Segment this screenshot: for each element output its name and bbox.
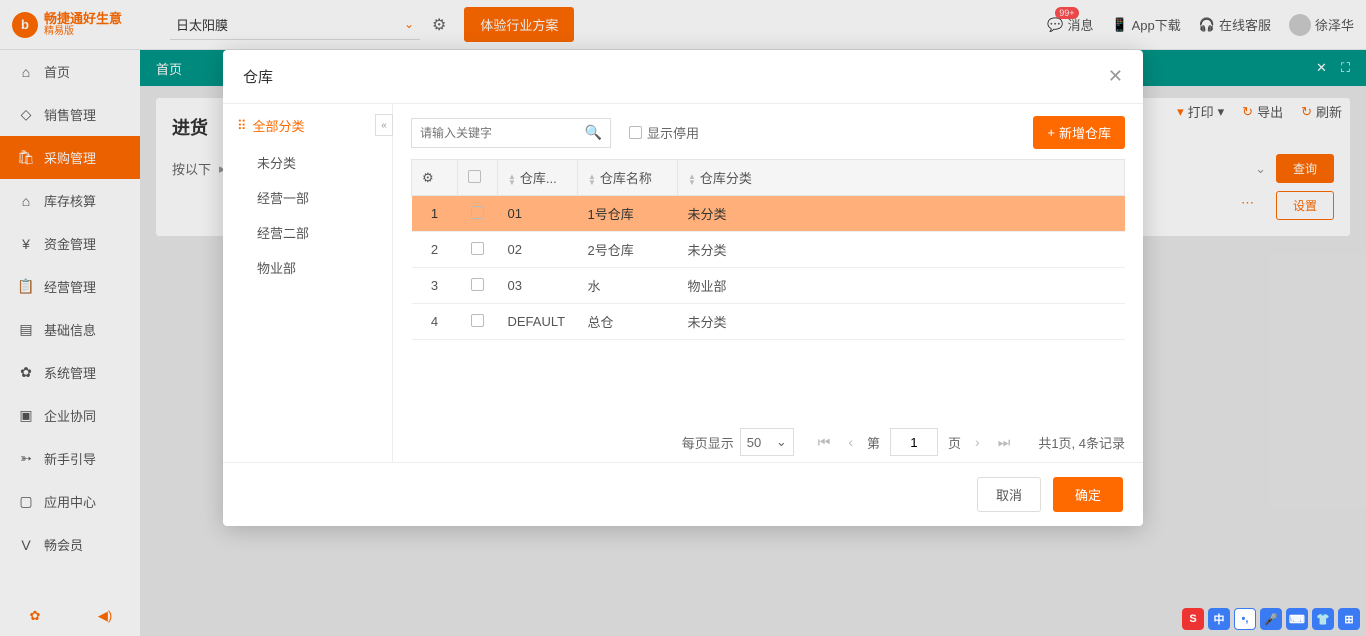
column-config-header[interactable]: ⚙ [412,160,458,196]
pagination: 每页显示 50 ⌄ ⏮ ‹ 第 页 › ⏭ 共1页, 4条记录 [411,414,1125,458]
page-first-icon[interactable]: ⏮ [814,434,835,451]
tree-root[interactable]: ⠿ 全部分类 [237,116,392,135]
table-row[interactable]: 4 DEFAULT总仓未分类 [412,304,1125,340]
row-checkbox[interactable] [458,232,498,268]
show-disabled-toggle[interactable]: 显示停用 [629,123,699,142]
row-name: 1号仓库 [578,196,678,232]
row-checkbox[interactable] [458,268,498,304]
checkbox-icon [629,126,642,139]
ime-punct-icon[interactable]: •, [1234,608,1256,630]
row-checkbox[interactable] [458,196,498,232]
tree-item[interactable]: 经营二部 [237,215,392,250]
ime-keyboard-icon[interactable]: ⌨ [1286,608,1308,630]
ime-toolbox-icon[interactable]: ⊞ [1338,608,1360,630]
tree-item[interactable]: 未分类 [237,145,392,180]
row-name: 2号仓库 [578,232,678,268]
search-input-wrap: 🔍 [411,118,611,148]
modal-title: 仓库 [243,66,273,87]
ime-bar: S 中 •, 🎤 ⌨ 👕 ⊞ [1182,608,1360,630]
row-code: 02 [498,232,578,268]
name-header[interactable]: ▲▼仓库名称 [578,160,678,196]
page-input[interactable] [890,428,938,456]
row-index: 1 [412,196,458,232]
page-prefix: 第 [867,433,880,452]
tree-item[interactable]: 经营一部 [237,180,392,215]
row-code: DEFAULT [498,304,578,340]
ime-sogou-icon[interactable]: S [1182,608,1204,630]
row-index: 4 [412,304,458,340]
modal-overlay: 仓库 ✕ « ⠿ 全部分类 未分类 经营一部 经营二部 物业部 🔍 [0,0,1366,636]
page-next-icon[interactable]: › [971,434,984,450]
page-last-icon[interactable]: ⏭ [994,434,1015,451]
confirm-button[interactable]: 确定 [1053,477,1123,512]
row-category: 物业部 [678,268,1125,304]
row-checkbox[interactable] [458,304,498,340]
tree-item[interactable]: 物业部 [237,250,392,285]
category-tree: « ⠿ 全部分类 未分类 经营一部 经营二部 物业部 [223,104,393,462]
select-all-header[interactable] [458,160,498,196]
row-category: 未分类 [678,232,1125,268]
row-name: 总仓 [578,304,678,340]
code-header[interactable]: ▲▼仓库... [498,160,578,196]
row-category: 未分类 [678,196,1125,232]
new-warehouse-button[interactable]: + 新增仓库 [1033,116,1125,149]
row-index: 3 [412,268,458,304]
ime-mic-icon[interactable]: 🎤 [1260,608,1282,630]
ime-lang-icon[interactable]: 中 [1208,608,1230,630]
row-name: 水 [578,268,678,304]
chevron-down-icon: ⌄ [776,434,787,450]
search-icon[interactable]: 🔍 [585,124,602,141]
ime-skin-icon[interactable]: 👕 [1312,608,1334,630]
perpage-label: 每页显示 [682,433,734,452]
table-row[interactable]: 2 022号仓库未分类 [412,232,1125,268]
checkbox-icon [471,278,484,291]
page-prev-icon[interactable]: ‹ [844,434,857,450]
table-panel: 🔍 显示停用 + 新增仓库 ⚙ [393,104,1143,462]
close-icon[interactable]: ✕ [1108,66,1123,87]
row-category: 未分类 [678,304,1125,340]
warehouse-modal: 仓库 ✕ « ⠿ 全部分类 未分类 经营一部 经营二部 物业部 🔍 [223,50,1143,526]
checkbox-icon [471,242,484,255]
category-header[interactable]: ▲▼仓库分类 [678,160,1125,196]
row-code: 01 [498,196,578,232]
grid-icon: ⠿ [237,118,247,134]
perpage-select[interactable]: 50 ⌄ [740,428,794,456]
search-input[interactable] [420,126,585,140]
checkbox-icon [471,206,484,219]
gear-icon: ⚙ [422,170,434,185]
plus-icon: + [1047,125,1055,140]
cancel-button[interactable]: 取消 [977,477,1041,512]
checkbox-icon [468,170,481,183]
row-index: 2 [412,232,458,268]
page-summary: 共1页, 4条记录 [1038,433,1125,452]
collapse-tree-icon[interactable]: « [375,114,393,136]
warehouse-table: ⚙ ▲▼仓库... ▲▼仓库名称 ▲▼仓库分类 1011号仓库未分类2022号仓… [411,159,1125,340]
table-row[interactable]: 3 03水物业部 [412,268,1125,304]
page-suffix: 页 [948,433,961,452]
table-row[interactable]: 1 011号仓库未分类 [412,196,1125,232]
row-code: 03 [498,268,578,304]
checkbox-icon [471,314,484,327]
